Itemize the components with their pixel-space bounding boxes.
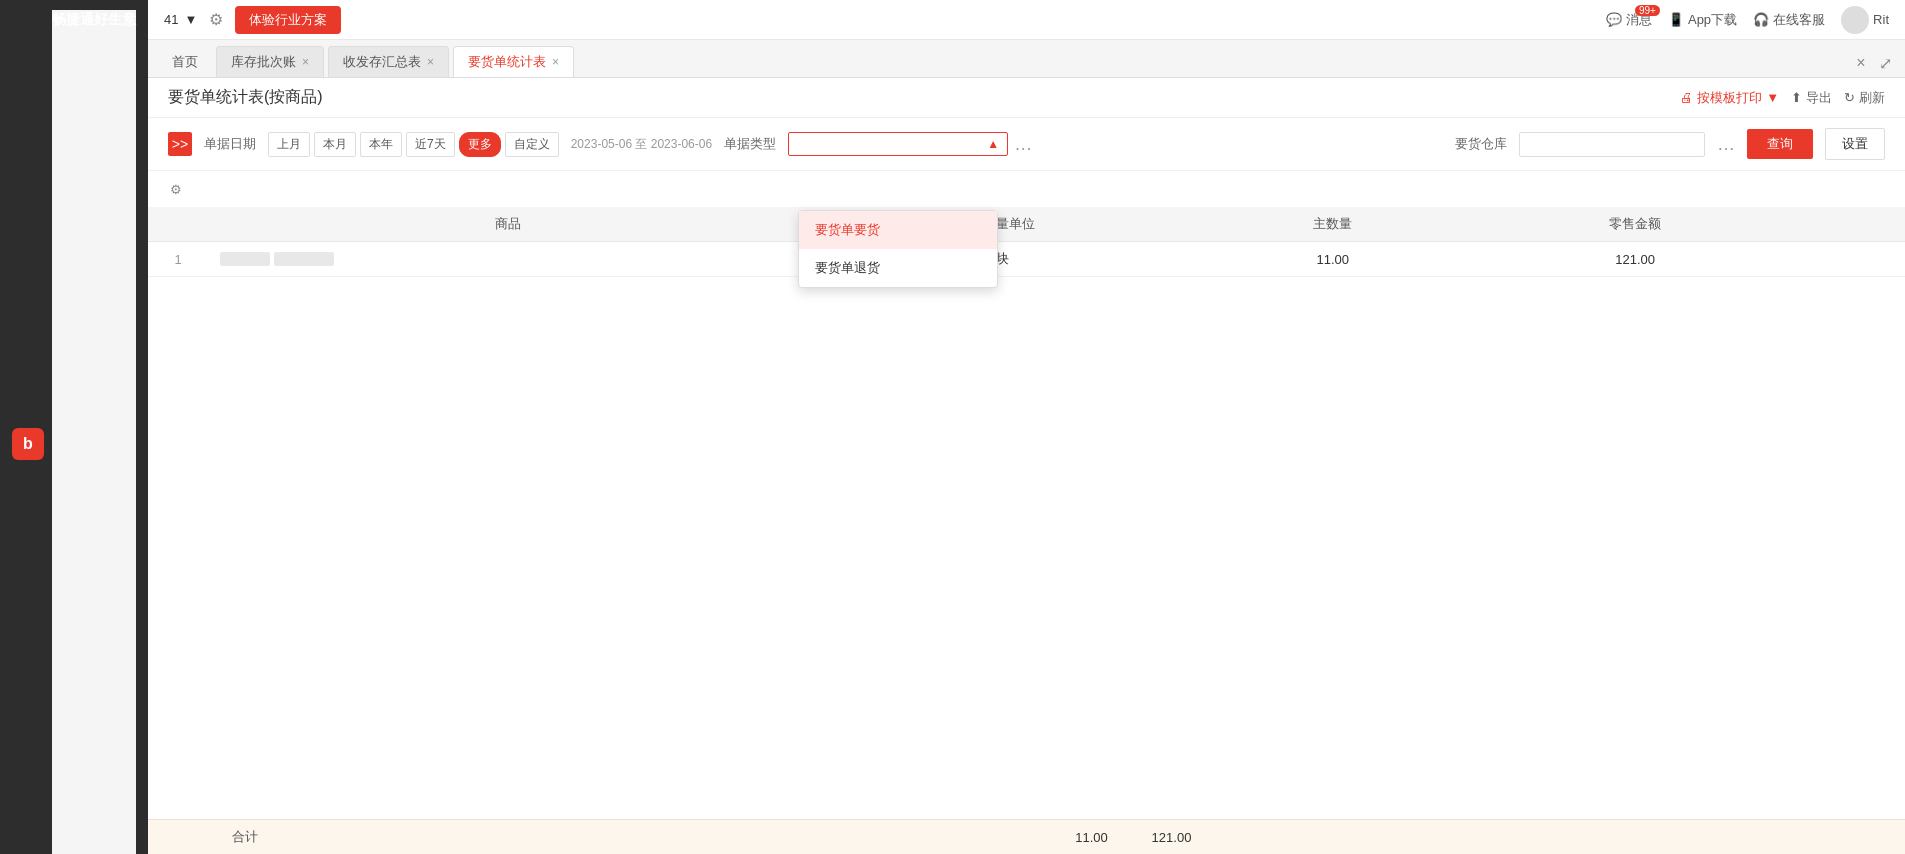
print-btn[interactable]: 🖨 按模板打印 ▼ <box>1680 89 1779 107</box>
tab-inventory-batch-close[interactable]: × <box>302 55 309 69</box>
tab-order-stats-close[interactable]: × <box>552 55 559 69</box>
tab-receivable-summary-close[interactable]: × <box>427 55 434 69</box>
tab-home[interactable]: 首页 <box>158 47 212 77</box>
last-7-days-btn[interactable]: 近7天 <box>406 132 455 157</box>
message-icon: 💬 <box>1606 12 1622 27</box>
refresh-icon: ↻ <box>1844 90 1855 105</box>
last-month-btn[interactable]: 上月 <box>268 132 310 157</box>
this-year-btn[interactable]: 本年 <box>360 132 402 157</box>
messages-btn[interactable]: 💬 消息 99+ <box>1606 11 1652 29</box>
refresh-btn[interactable]: ↻ 刷新 <box>1844 89 1885 107</box>
extra-cell <box>1801 242 1905 277</box>
filter-bar: >> 单据日期 上月 本月 本年 近7天 更多 自定义 2023-05-06 至… <box>148 118 1905 171</box>
date-range-display: 2023-05-06 至 2023-06-06 <box>571 136 712 153</box>
quantity-cell[interactable]: 11.00 <box>1196 242 1470 277</box>
footer-amount: 121.00 <box>1132 830 1212 845</box>
topbar-settings-icon[interactable]: ⚙ <box>209 10 223 29</box>
date-filter-group: 上月 本月 本年 近7天 更多 自定义 <box>268 132 559 157</box>
type-more-icon[interactable]: … <box>1014 134 1032 155</box>
type-label: 单据类型 <box>724 135 776 153</box>
footer-quantity: 11.00 <box>1052 830 1132 845</box>
topbar: 41 ▼ ⚙ 体验行业方案 💬 消息 99+ 📱 App下载 🎧 在线客服 <box>148 0 1905 40</box>
table-toolbar: ⚙ <box>148 171 1905 207</box>
product-cell <box>208 242 808 277</box>
dropdown-option-order-goods[interactable]: 要货单要货 <box>799 211 997 249</box>
app-download-btn[interactable]: 📱 App下载 <box>1668 11 1737 29</box>
column-settings-icon[interactable]: ⚙ <box>164 177 188 201</box>
online-service-btn[interactable]: 🎧 在线客服 <box>1753 11 1825 29</box>
type-filter-group: ▲ … <box>788 132 1443 156</box>
table-row: 1 块 11.00 121.00 <box>148 242 1905 277</box>
topbar-left: 41 ▼ ⚙ 体验行业方案 <box>164 6 341 34</box>
table-footer: 合计 11.00 121.00 <box>148 819 1905 854</box>
header-actions: 🖨 按模板打印 ▼ ⬆ 导出 ↻ 刷新 <box>1680 89 1885 107</box>
date-label: 单据日期 <box>204 135 256 153</box>
col-header-quantity: 主数量 <box>1196 207 1470 242</box>
tab-inventory-batch[interactable]: 库存批次账 × <box>216 46 324 77</box>
window-expand-btn[interactable]: ⤢ <box>1875 53 1895 73</box>
topbar-right: 💬 消息 99+ 📱 App下载 🎧 在线客服 Rit <box>1606 6 1889 34</box>
print-dropdown-icon: ▼ <box>1766 90 1779 105</box>
product-placeholder <box>220 252 796 266</box>
query-btn[interactable]: 查询 <box>1747 129 1813 159</box>
user-avatar <box>1841 6 1869 34</box>
tab-receivable-summary[interactable]: 收发存汇总表 × <box>328 46 449 77</box>
more-btn[interactable]: 更多 <box>459 132 501 157</box>
col-header-extra <box>1801 207 1905 242</box>
footer-total-label: 合计 <box>220 828 270 846</box>
page-title: 要货单统计表(按商品) <box>168 87 323 108</box>
warehouse-more-icon[interactable]: … <box>1717 134 1735 155</box>
warehouse-label: 要货仓库 <box>1455 135 1507 153</box>
print-icon: 🖨 <box>1680 90 1693 105</box>
trial-btn[interactable]: 体验行业方案 <box>235 6 341 34</box>
user-avatar-btn[interactable]: Rit <box>1841 6 1889 34</box>
table-container: ⚙ 商品 主计量单位 主数量 零售金额 1 <box>148 171 1905 819</box>
page-title-bar: 要货单统计表(按商品) 🖨 按模板打印 ▼ ⬆ 导出 ↻ 刷新 <box>148 78 1905 118</box>
tab-order-stats[interactable]: 要货单统计表 × <box>453 46 574 77</box>
data-table: 商品 主计量单位 主数量 零售金额 1 <box>148 207 1905 277</box>
amount-cell[interactable]: 121.00 <box>1470 242 1801 277</box>
this-month-btn[interactable]: 本月 <box>314 132 356 157</box>
service-icon: 🎧 <box>1753 12 1769 27</box>
col-header-amount: 零售金额 <box>1470 207 1801 242</box>
type-dropdown: 要货单要货 要货单退货 <box>798 210 998 288</box>
store-dropdown-icon: ▼ <box>184 12 197 27</box>
filter-toggle-btn[interactable]: >> <box>168 132 192 156</box>
type-select[interactable]: ▲ <box>788 132 1008 156</box>
tab-bar: 首页 库存批次账 × 收发存汇总表 × 要货单统计表 × × ⤢ <box>148 40 1905 78</box>
download-icon: 📱 <box>1668 12 1684 27</box>
main-area: 41 ▼ ⚙ 体验行业方案 💬 消息 99+ 📱 App下载 🎧 在线客服 <box>148 0 1905 854</box>
store-number: 41 <box>164 12 178 27</box>
export-icon: ⬆ <box>1791 90 1802 105</box>
row-num: 1 <box>148 242 208 277</box>
app-logo-icon: b <box>12 428 44 460</box>
dropdown-option-order-return[interactable]: 要货单退货 <box>799 249 997 287</box>
settings-btn[interactable]: 设置 <box>1825 128 1885 160</box>
col-header-num <box>148 207 208 242</box>
custom-date-btn[interactable]: 自定义 <box>505 132 559 157</box>
warehouse-input[interactable] <box>1519 132 1705 157</box>
window-close-btn[interactable]: × <box>1851 53 1871 73</box>
sidebar: b 畅捷通好生意 标准版 🔍 搜索菜单 ⚡ 快捷导航 📣 营销推广 📊 销售管理… <box>0 0 148 854</box>
content-area: 要货单统计表(按商品) 🖨 按模板打印 ▼ ⬆ 导出 ↻ 刷新 >> <box>148 78 1905 854</box>
type-select-arrow-icon: ▲ <box>987 137 999 151</box>
col-header-product: 商品 <box>208 207 808 242</box>
sidebar-logo: b 畅捷通好生意 标准版 <box>0 0 148 854</box>
store-selector[interactable]: 41 ▼ <box>164 12 197 27</box>
sidebar-brand: 畅捷通好生意 标准版 <box>52 10 136 854</box>
export-btn[interactable]: ⬆ 导出 <box>1791 89 1832 107</box>
